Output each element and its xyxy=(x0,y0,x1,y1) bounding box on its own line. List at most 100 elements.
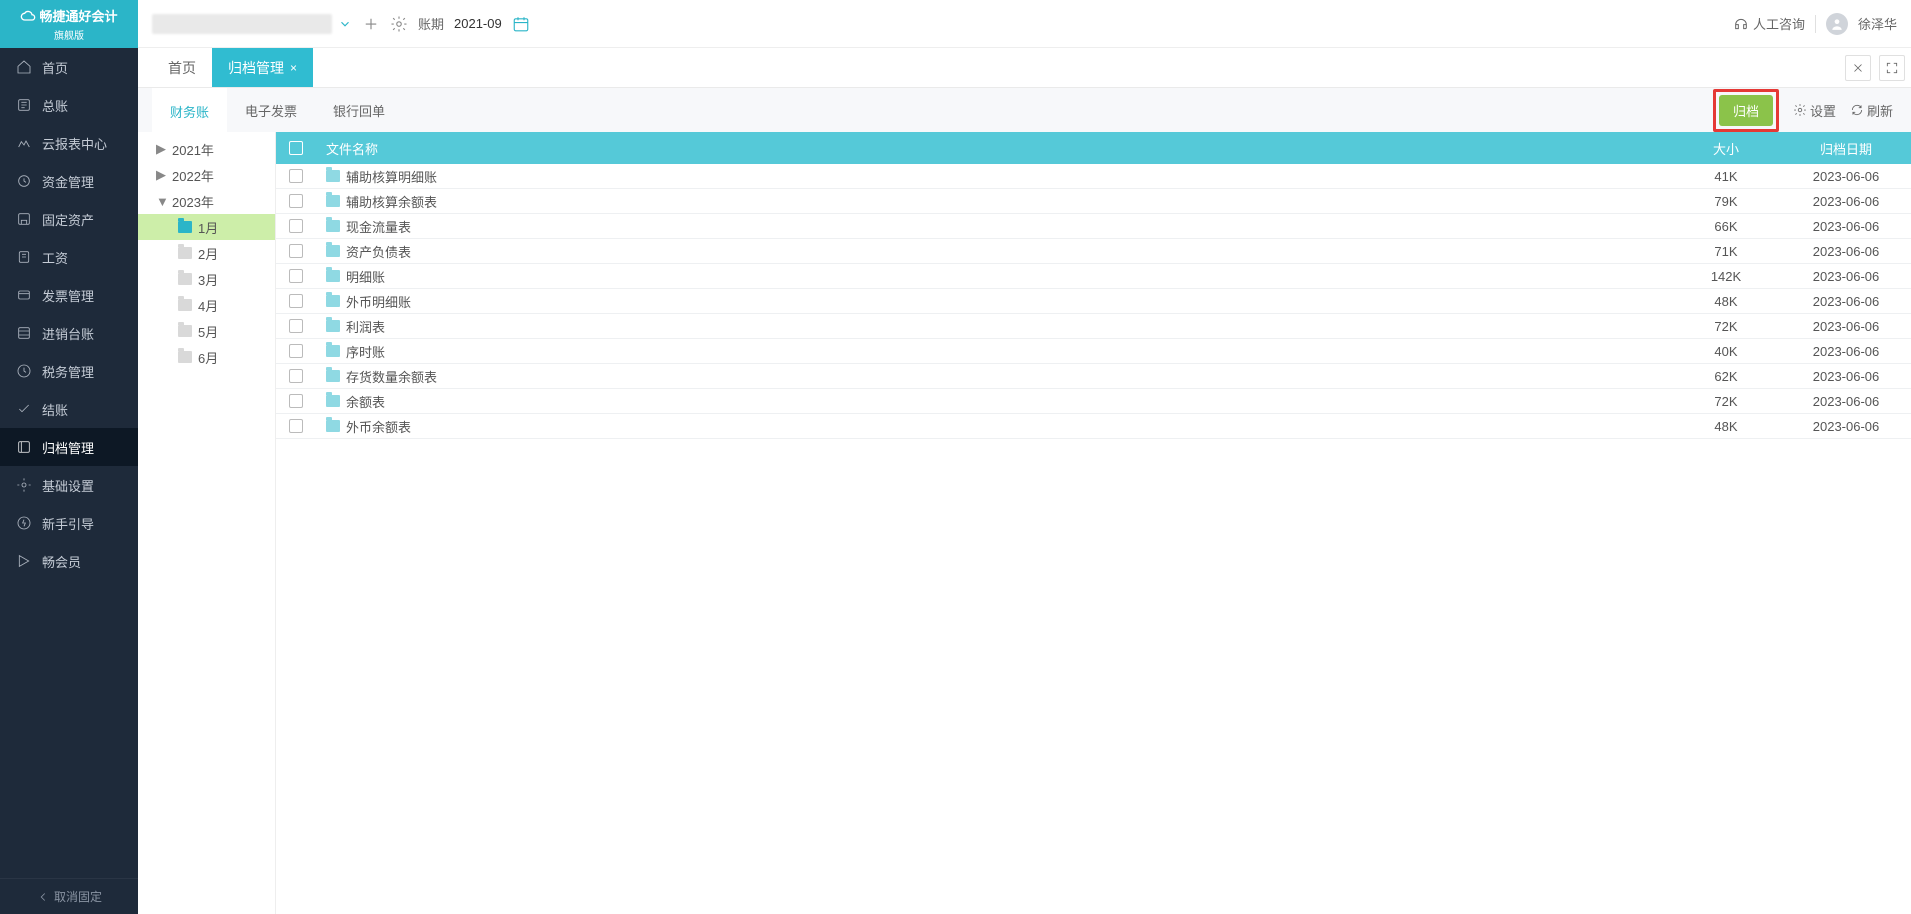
sidebar-item-2[interactable]: 云报表中心 xyxy=(0,124,138,162)
nav-icon xyxy=(16,363,32,379)
table-row[interactable]: 序时账40K2023-06-06 xyxy=(276,339,1911,364)
tree-month[interactable]: 1月 xyxy=(138,214,275,240)
table-row[interactable]: 现金流量表66K2023-06-06 xyxy=(276,214,1911,239)
close-all-button[interactable] xyxy=(1845,55,1871,81)
company-selector[interactable] xyxy=(152,14,352,34)
row-checkbox[interactable] xyxy=(289,269,303,283)
support-link[interactable]: 人工咨询 xyxy=(1733,14,1805,33)
sidebar-unpin[interactable]: 取消固定 xyxy=(0,878,138,914)
sidebar-item-11[interactable]: 基础设置 xyxy=(0,466,138,504)
sidebar-item-0[interactable]: 首页 xyxy=(0,48,138,86)
row-checkbox[interactable] xyxy=(289,294,303,308)
close-icon[interactable]: × xyxy=(290,61,297,75)
table-row[interactable]: 存货数量余额表62K2023-06-06 xyxy=(276,364,1911,389)
table-row[interactable]: 资产负债表71K2023-06-06 xyxy=(276,239,1911,264)
th-size[interactable]: 大小 xyxy=(1671,139,1781,158)
sidebar-item-6[interactable]: 发票管理 xyxy=(0,276,138,314)
table-row[interactable]: 明细账142K2023-06-06 xyxy=(276,264,1911,289)
table-row[interactable]: 余额表72K2023-06-06 xyxy=(276,389,1911,414)
add-button[interactable] xyxy=(362,15,380,33)
sidebar-item-9[interactable]: 结账 xyxy=(0,390,138,428)
sidebar-item-label: 云报表中心 xyxy=(42,134,107,153)
brand-name: 畅捷通好会计 xyxy=(39,6,117,25)
sidebar-item-label: 新手引导 xyxy=(42,514,94,533)
folder-icon xyxy=(326,170,340,182)
company-name-blurred xyxy=(152,14,332,34)
support-label: 人工咨询 xyxy=(1753,14,1805,33)
gear-icon xyxy=(1793,103,1807,117)
tree-month[interactable]: 2月 xyxy=(138,240,275,266)
folder-icon xyxy=(326,270,340,282)
subtab-bank[interactable]: 银行回单 xyxy=(315,88,403,132)
row-checkbox[interactable] xyxy=(289,244,303,258)
username[interactable]: 徐泽华 xyxy=(1858,14,1897,33)
cloud-icon xyxy=(20,8,36,24)
nav-icon xyxy=(16,325,32,341)
row-checkbox[interactable] xyxy=(289,394,303,408)
table-row[interactable]: 外币明细账48K2023-06-06 xyxy=(276,289,1911,314)
th-name[interactable]: 文件名称 xyxy=(316,139,1671,158)
tree-month[interactable]: 4月 xyxy=(138,292,275,318)
sidebar-item-5[interactable]: 工资 xyxy=(0,238,138,276)
sidebar-item-12[interactable]: 新手引导 xyxy=(0,504,138,542)
gear-icon[interactable] xyxy=(390,15,408,33)
sidebar-item-label: 归档管理 xyxy=(42,438,94,457)
sidebar-item-13[interactable]: 畅会员 xyxy=(0,542,138,580)
table-row[interactable]: 利润表72K2023-06-06 xyxy=(276,314,1911,339)
file-name: 辅助核算明细账 xyxy=(346,167,437,186)
settings-action[interactable]: 设置 xyxy=(1793,101,1836,120)
tree-month[interactable]: 3月 xyxy=(138,266,275,292)
archive-button[interactable]: 归档 xyxy=(1719,95,1773,126)
th-date[interactable]: 归档日期 xyxy=(1781,139,1911,158)
sidebar-item-1[interactable]: 总账 xyxy=(0,86,138,124)
folder-icon xyxy=(326,420,340,432)
subtab-einvoice[interactable]: 电子发票 xyxy=(227,88,315,132)
sidebar-item-4[interactable]: 固定资产 xyxy=(0,200,138,238)
file-size: 41K xyxy=(1671,169,1781,184)
file-date: 2023-06-06 xyxy=(1781,344,1911,359)
sidebar-item-7[interactable]: 进销台账 xyxy=(0,314,138,352)
folder-icon xyxy=(326,370,340,382)
sidebar-item-label: 结账 xyxy=(42,400,68,419)
tab-archive-label: 归档管理 xyxy=(228,58,284,78)
row-checkbox[interactable] xyxy=(289,419,303,433)
file-date: 2023-06-06 xyxy=(1781,219,1911,234)
folder-icon xyxy=(178,299,192,311)
subtabs: 财务账 电子发票 银行回单 归档 设置 刷新 xyxy=(138,88,1911,132)
file-size: 72K xyxy=(1671,394,1781,409)
nav-icon xyxy=(16,59,32,75)
tree-year[interactable]: ▼2023年 xyxy=(138,188,275,214)
subtab-finance[interactable]: 财务账 xyxy=(152,88,227,132)
period-value[interactable]: 2021-09 xyxy=(454,16,502,31)
row-checkbox[interactable] xyxy=(289,319,303,333)
nav-icon xyxy=(16,553,32,569)
sidebar-item-label: 进销台账 xyxy=(42,324,94,343)
row-checkbox[interactable] xyxy=(289,344,303,358)
fullscreen-button[interactable] xyxy=(1879,55,1905,81)
row-checkbox[interactable] xyxy=(289,194,303,208)
refresh-action[interactable]: 刷新 xyxy=(1850,101,1893,120)
row-checkbox[interactable] xyxy=(289,169,303,183)
tree-month[interactable]: 5月 xyxy=(138,318,275,344)
tree-year[interactable]: ▶2021年 xyxy=(138,136,275,162)
tree-year[interactable]: ▶2022年 xyxy=(138,162,275,188)
sidebar-item-10[interactable]: 归档管理 xyxy=(0,428,138,466)
select-all-checkbox[interactable] xyxy=(289,141,303,155)
tree-month[interactable]: 6月 xyxy=(138,344,275,370)
file-size: 79K xyxy=(1671,194,1781,209)
row-checkbox[interactable] xyxy=(289,369,303,383)
sidebar-item-label: 总账 xyxy=(42,96,68,115)
tab-home[interactable]: 首页 xyxy=(152,48,212,87)
table-row[interactable]: 辅助核算余额表79K2023-06-06 xyxy=(276,189,1911,214)
calendar-icon[interactable] xyxy=(512,15,530,33)
table-row[interactable]: 外币余额表48K2023-06-06 xyxy=(276,414,1911,439)
sidebar-item-8[interactable]: 税务管理 xyxy=(0,352,138,390)
nav-icon xyxy=(16,97,32,113)
avatar[interactable] xyxy=(1826,13,1848,35)
row-checkbox[interactable] xyxy=(289,219,303,233)
tab-archive[interactable]: 归档管理 × xyxy=(212,48,313,87)
nav-icon xyxy=(16,211,32,227)
sidebar-item-3[interactable]: 资金管理 xyxy=(0,162,138,200)
folder-icon xyxy=(326,295,340,307)
table-row[interactable]: 辅助核算明细账41K2023-06-06 xyxy=(276,164,1911,189)
